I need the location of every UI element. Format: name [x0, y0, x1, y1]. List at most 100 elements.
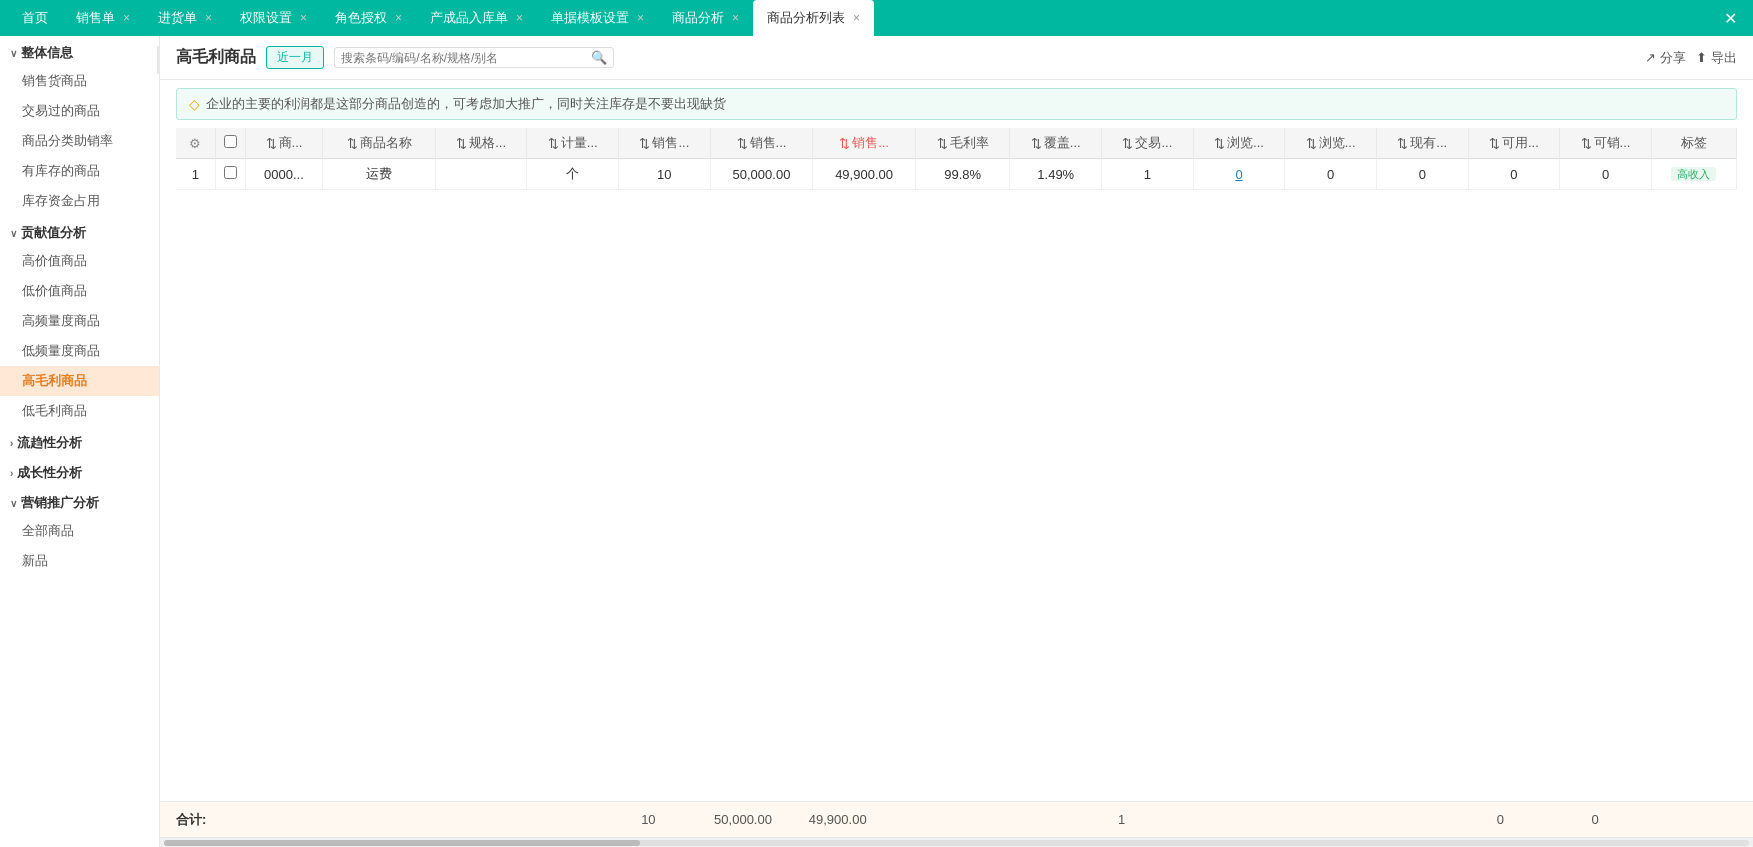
nav-product-analysis-list[interactable]: 商品分析列表 ×: [753, 0, 874, 36]
search-input[interactable]: [341, 51, 587, 65]
sidebar-collapse-button[interactable]: 《: [157, 46, 160, 74]
sidebar-item-sales-contribution[interactable]: 商品分类助销率: [0, 126, 159, 156]
main-layout: 《 ∨ 整体信息 销售货商品 交易过的商品 商品分类助销率 有库存的商品 库存资…: [0, 36, 1753, 847]
footer-available: 0: [1453, 812, 1548, 827]
nav-product-stock[interactable]: 产成品入库单 ×: [416, 0, 537, 36]
sidebar-group-marketing[interactable]: ∨ 营销推广分析: [0, 486, 159, 516]
cell-sales-amount: 50,000.00: [710, 159, 813, 190]
export-button[interactable]: ⬆ 导出: [1696, 49, 1737, 67]
table-row: 1 0000... 运费 个 10 50,000.00 49,900.00 99…: [176, 159, 1737, 190]
col-header-gross-margin: ⇅ 毛利率: [915, 128, 1010, 159]
col-header-sales-cost: ⇅ 销售...: [813, 128, 916, 159]
nav-sales-order[interactable]: 销售单 ×: [62, 0, 144, 36]
chevron-right-icon: ›: [10, 468, 13, 479]
footer-sales-cost: 49,900.00: [790, 812, 885, 827]
footer-label: 合计:: [176, 811, 222, 829]
sidebar-item-high-margin[interactable]: 高毛利商品: [0, 366, 159, 396]
col-header-transactions: ⇅ 交易...: [1102, 128, 1194, 159]
col-header-row-num: ⚙: [176, 128, 215, 159]
cell-sales-qty: 10: [619, 159, 711, 190]
col-header-sellable: ⇅ 可销...: [1560, 128, 1652, 159]
info-banner: ◇ 企业的主要的利润都是这部分商品创造的，可考虑加大推广，同时关注库存是不要出现…: [176, 88, 1737, 120]
nav-purchase-order[interactable]: 进货单 ×: [144, 0, 226, 36]
sidebar-item-new-goods[interactable]: 新品: [0, 546, 159, 576]
share-icon: ↗: [1645, 50, 1656, 65]
cell-sales-cost: 49,900.00: [813, 159, 916, 190]
col-header-tag: 标签: [1651, 128, 1736, 159]
cell-unit: 个: [527, 159, 619, 190]
table-container: ⚙ ⇅ 商... ⇅: [160, 128, 1753, 801]
sidebar-item-low-freq[interactable]: 低频量度商品: [0, 336, 159, 366]
sidebar-item-high-freq[interactable]: 高频量度商品: [0, 306, 159, 336]
content-area: 高毛利商品 近一月 🔍 ↗ 分享 ⬆ 导出 ◇ 企业的主要的利润都是这部分商品创…: [160, 36, 1753, 847]
col-header-browse1: ⇅ 浏览...: [1193, 128, 1285, 159]
sidebar-item-low-value[interactable]: 低价值商品: [0, 276, 159, 306]
close-icon[interactable]: ×: [637, 11, 644, 25]
sidebar-item-high-value[interactable]: 高价值商品: [0, 246, 159, 276]
footer-sellable: 0: [1548, 812, 1643, 827]
col-header-browse2: ⇅ 浏览...: [1285, 128, 1377, 159]
cell-gross-margin: 99.8%: [915, 159, 1010, 190]
close-icon[interactable]: ×: [395, 11, 402, 25]
gear-icon[interactable]: ⚙: [189, 136, 201, 151]
cell-browse2: 0: [1285, 159, 1377, 190]
sidebar-item-sales-goods[interactable]: 销售货商品: [0, 66, 159, 96]
info-icon: ◇: [189, 96, 200, 112]
cell-sellable: 0: [1560, 159, 1652, 190]
sidebar-group-overall[interactable]: ∨ 整体信息: [0, 36, 159, 66]
nav-template-settings[interactable]: 单据模板设置 ×: [537, 0, 658, 36]
cell-coverage: 1.49%: [1010, 159, 1102, 190]
sidebar-item-inventory-capital[interactable]: 库存资金占用: [0, 186, 159, 216]
cell-row-num: 1: [176, 159, 215, 190]
close-icon[interactable]: ×: [732, 11, 739, 25]
sidebar-group-trend[interactable]: › 流趋性分析: [0, 426, 159, 456]
sidebar-item-traded-goods[interactable]: 交易过的商品: [0, 96, 159, 126]
chevron-down-icon: ∨: [10, 48, 17, 59]
sidebar-group-growth[interactable]: › 成长性分析: [0, 456, 159, 486]
cell-available: 0: [1468, 159, 1560, 190]
close-icon[interactable]: ×: [300, 11, 307, 25]
filter-recent-month-button[interactable]: 近一月: [266, 46, 324, 69]
horizontal-scrollbar[interactable]: [160, 837, 1753, 847]
sidebar: 《 ∨ 整体信息 销售货商品 交易过的商品 商品分类助销率 有库存的商品 库存资…: [0, 36, 160, 847]
cell-transactions: 1: [1102, 159, 1194, 190]
col-header-current-stock: ⇅ 现有...: [1376, 128, 1468, 159]
header-right-buttons: ↗ 分享 ⬆ 导出: [1645, 49, 1737, 67]
scrollbar-thumb[interactable]: [164, 840, 640, 846]
chevron-right-icon: ›: [10, 438, 13, 449]
chevron-down-icon: ∨: [10, 498, 17, 509]
sidebar-item-low-margin[interactable]: 低毛利商品: [0, 396, 159, 426]
close-icon[interactable]: ×: [516, 11, 523, 25]
col-header-available: ⇅ 可用...: [1468, 128, 1560, 159]
footer-sales-qty: 10: [601, 812, 696, 827]
row-checkbox[interactable]: [224, 166, 237, 179]
sidebar-item-all-goods[interactable]: 全部商品: [0, 516, 159, 546]
nav-product-analysis[interactable]: 商品分析 ×: [658, 0, 753, 36]
cell-checkbox: [215, 159, 245, 190]
sidebar-group-financial[interactable]: ∨ 贡献值分析: [0, 216, 159, 246]
table-footer: 合计: 10 50,000.00 49,900.00 1 0 0: [160, 801, 1753, 837]
top-nav: 首页 销售单 × 进货单 × 权限设置 × 角色授权 × 产成品入库单 × 单据…: [0, 0, 1753, 36]
nav-role-permission[interactable]: 角色授权 ×: [321, 0, 416, 36]
sidebar-item-stocked-goods[interactable]: 有库存的商品: [0, 156, 159, 186]
scrollbar-track: [164, 840, 1749, 846]
close-all-tabs-button[interactable]: ✕: [1716, 9, 1745, 28]
search-icon[interactable]: 🔍: [591, 50, 607, 65]
col-header-spec: ⇅ 规格...: [435, 128, 527, 159]
search-box: 🔍: [334, 47, 614, 68]
data-table: ⚙ ⇅ 商... ⇅: [176, 128, 1737, 190]
nav-permission-settings[interactable]: 权限设置 ×: [226, 0, 321, 36]
page-title: 高毛利商品: [176, 47, 256, 68]
share-button[interactable]: ↗ 分享: [1645, 49, 1686, 67]
nav-home[interactable]: 首页: [8, 0, 62, 36]
select-all-checkbox[interactable]: [224, 135, 237, 148]
cell-browse1[interactable]: 0: [1193, 159, 1285, 190]
close-icon[interactable]: ×: [123, 11, 130, 25]
close-icon[interactable]: ×: [205, 11, 212, 25]
col-header-sales-qty: ⇅ 销售...: [619, 128, 711, 159]
footer-transactions: 1: [1074, 812, 1169, 827]
tag-badge: 高收入: [1671, 167, 1716, 181]
footer-sales-amount: 50,000.00: [696, 812, 791, 827]
close-icon[interactable]: ×: [853, 11, 860, 25]
cell-name: 运费: [323, 159, 435, 190]
